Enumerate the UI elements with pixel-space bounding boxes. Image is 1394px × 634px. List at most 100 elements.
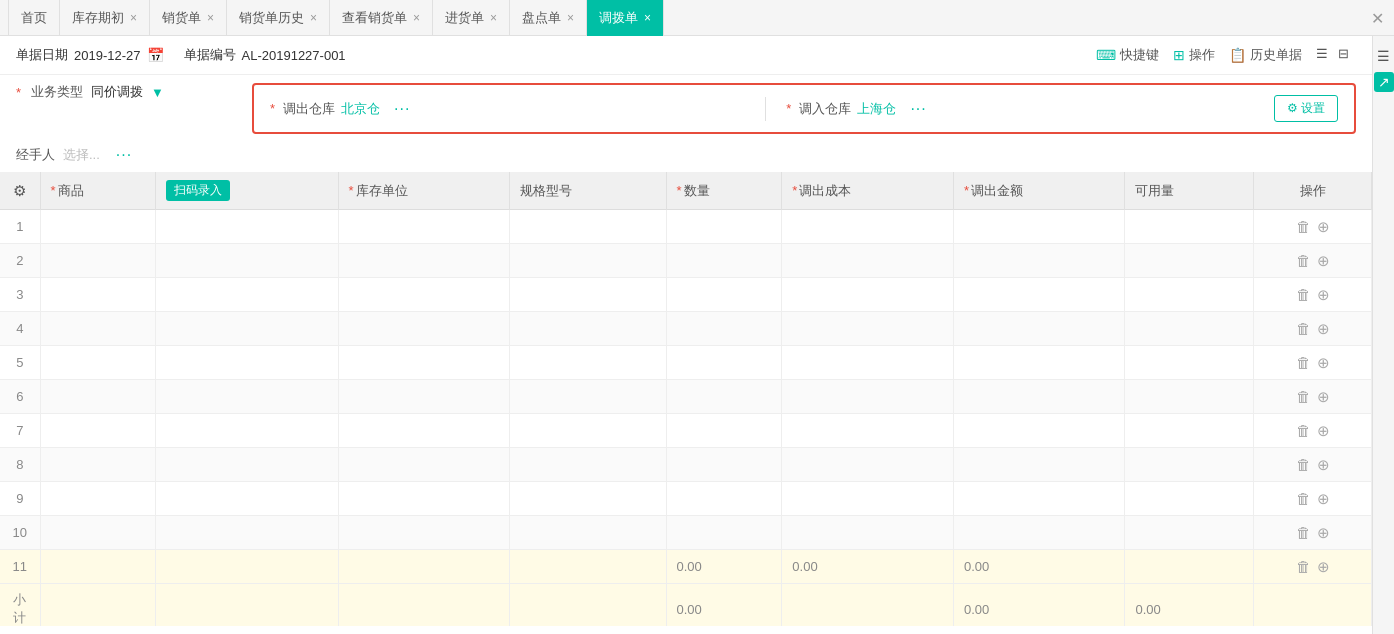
row-goods[interactable] xyxy=(40,482,156,516)
table-gear-button[interactable]: ⚙ xyxy=(13,182,26,200)
tab-sales-order[interactable]: 销货单 × xyxy=(150,0,227,36)
tab-home[interactable]: 首页 xyxy=(8,0,60,36)
row-unit[interactable] xyxy=(338,346,510,380)
row-amount[interactable] xyxy=(953,414,1125,448)
row-goods[interactable] xyxy=(40,210,156,244)
delete-icon[interactable]: 🗑 xyxy=(1296,218,1311,235)
operate-action[interactable]: ⊞ 操作 xyxy=(1173,46,1215,64)
row-cost[interactable] xyxy=(782,448,954,482)
row-spec[interactable] xyxy=(510,516,666,550)
row-cost[interactable] xyxy=(782,380,954,414)
row-amount[interactable] xyxy=(953,278,1125,312)
copy-icon[interactable]: ⊕ xyxy=(1317,218,1330,236)
window-close-button[interactable]: ✕ xyxy=(1371,8,1384,27)
sidebar-list-icon[interactable]: ☰ xyxy=(1374,46,1394,66)
handler-more-button[interactable]: ··· xyxy=(116,146,132,164)
row-unit[interactable] xyxy=(338,244,510,278)
copy-icon[interactable]: ⊕ xyxy=(1317,456,1330,474)
calendar-icon[interactable]: 📅 xyxy=(147,47,164,63)
row-amount[interactable] xyxy=(953,346,1125,380)
row-qty[interactable] xyxy=(666,380,782,414)
tab-close-sales-order[interactable]: × xyxy=(207,11,214,25)
row-amount[interactable] xyxy=(953,244,1125,278)
row-amount[interactable] xyxy=(953,516,1125,550)
tab-view-sales[interactable]: 查看销货单 × xyxy=(330,0,433,36)
copy-icon[interactable]: ⊕ xyxy=(1317,524,1330,542)
tab-close-transfer[interactable]: × xyxy=(644,11,651,25)
row-spec[interactable] xyxy=(510,414,666,448)
layout-grid-icon[interactable]: ⊟ xyxy=(1338,46,1356,64)
row-goods[interactable] xyxy=(40,516,156,550)
warehouse-out-value[interactable]: 北京仓 xyxy=(341,100,380,118)
warehouse-settings-button[interactable]: ⚙ 设置 xyxy=(1274,95,1338,122)
delete-icon[interactable]: 🗑 xyxy=(1296,252,1311,269)
row-amount[interactable] xyxy=(953,482,1125,516)
row-spec[interactable] xyxy=(510,210,666,244)
tab-close-initial-stock[interactable]: × xyxy=(130,11,137,25)
col-settings-header[interactable]: ⚙ xyxy=(0,172,40,210)
row-qty[interactable] xyxy=(666,346,782,380)
warehouse-in-value[interactable]: 上海仓 xyxy=(857,100,896,118)
warehouse-out-more-button[interactable]: ··· xyxy=(394,100,410,118)
row-unit[interactable] xyxy=(338,210,510,244)
copy-icon[interactable]: ⊕ xyxy=(1317,422,1330,440)
copy-icon[interactable]: ⊕ xyxy=(1317,320,1330,338)
history-action[interactable]: 📋 历史单据 xyxy=(1229,46,1302,64)
delete-icon[interactable]: 🗑 xyxy=(1296,456,1311,473)
row-goods[interactable] xyxy=(40,244,156,278)
tab-close-purchase-order[interactable]: × xyxy=(490,11,497,25)
tab-inventory[interactable]: 盘点单 × xyxy=(510,0,587,36)
row-unit[interactable] xyxy=(338,448,510,482)
copy-icon[interactable]: ⊕ xyxy=(1317,252,1330,270)
delete-icon[interactable]: 🗑 xyxy=(1296,354,1311,371)
row-qty[interactable] xyxy=(666,516,782,550)
row-amount[interactable] xyxy=(953,380,1125,414)
row-unit[interactable] xyxy=(338,380,510,414)
row-goods[interactable] xyxy=(40,346,156,380)
row-goods[interactable] xyxy=(40,380,156,414)
tab-initial-stock[interactable]: 库存期初 × xyxy=(60,0,150,36)
row-unit[interactable] xyxy=(338,312,510,346)
row-spec[interactable] xyxy=(510,312,666,346)
warehouse-in-more-button[interactable]: ··· xyxy=(910,100,926,118)
delete-icon[interactable]: 🗑 xyxy=(1296,388,1311,405)
shortcut-action[interactable]: ⌨ 快捷键 xyxy=(1096,46,1159,64)
copy-icon[interactable]: ⊕ xyxy=(1317,558,1330,576)
copy-icon[interactable]: ⊕ xyxy=(1317,354,1330,372)
row-cost[interactable] xyxy=(782,346,954,380)
row-amount[interactable] xyxy=(953,448,1125,482)
row-qty[interactable] xyxy=(666,278,782,312)
row-cost[interactable] xyxy=(782,414,954,448)
row-cost[interactable] xyxy=(782,210,954,244)
business-type-value[interactable]: 同价调拨 xyxy=(91,83,143,101)
row-spec[interactable] xyxy=(510,482,666,516)
row-spec[interactable] xyxy=(510,346,666,380)
row-spec[interactable] xyxy=(510,244,666,278)
row-unit[interactable] xyxy=(338,278,510,312)
table-wrapper[interactable]: ⚙ *商品 扫码录入 *库存单位 规格型号 *数量 xyxy=(0,172,1372,626)
row-spec[interactable] xyxy=(510,278,666,312)
delete-icon[interactable]: 🗑 xyxy=(1296,422,1311,439)
row-cost[interactable] xyxy=(782,482,954,516)
delete-icon[interactable]: 🗑 xyxy=(1296,558,1311,575)
row-amount[interactable] xyxy=(953,210,1125,244)
delete-icon[interactable]: 🗑 xyxy=(1296,320,1311,337)
tab-transfer[interactable]: 调拨单 × xyxy=(587,0,664,36)
tab-purchase-order[interactable]: 进货单 × xyxy=(433,0,510,36)
copy-icon[interactable]: ⊕ xyxy=(1317,490,1330,508)
row-cost[interactable] xyxy=(782,244,954,278)
row-unit[interactable] xyxy=(338,482,510,516)
row-qty[interactable] xyxy=(666,448,782,482)
tab-sales-history[interactable]: 销货单历史 × xyxy=(227,0,330,36)
sidebar-export-icon[interactable]: ↗ xyxy=(1374,72,1394,92)
copy-icon[interactable]: ⊕ xyxy=(1317,388,1330,406)
row-spec[interactable] xyxy=(510,448,666,482)
row-amount[interactable] xyxy=(953,312,1125,346)
row-cost[interactable] xyxy=(782,516,954,550)
row-qty[interactable] xyxy=(666,312,782,346)
row-goods[interactable] xyxy=(40,414,156,448)
layout-list-icon[interactable]: ☰ xyxy=(1316,46,1334,64)
row-qty[interactable] xyxy=(666,210,782,244)
delete-icon[interactable]: 🗑 xyxy=(1296,490,1311,507)
business-type-dropdown-icon[interactable]: ▼ xyxy=(151,85,164,100)
